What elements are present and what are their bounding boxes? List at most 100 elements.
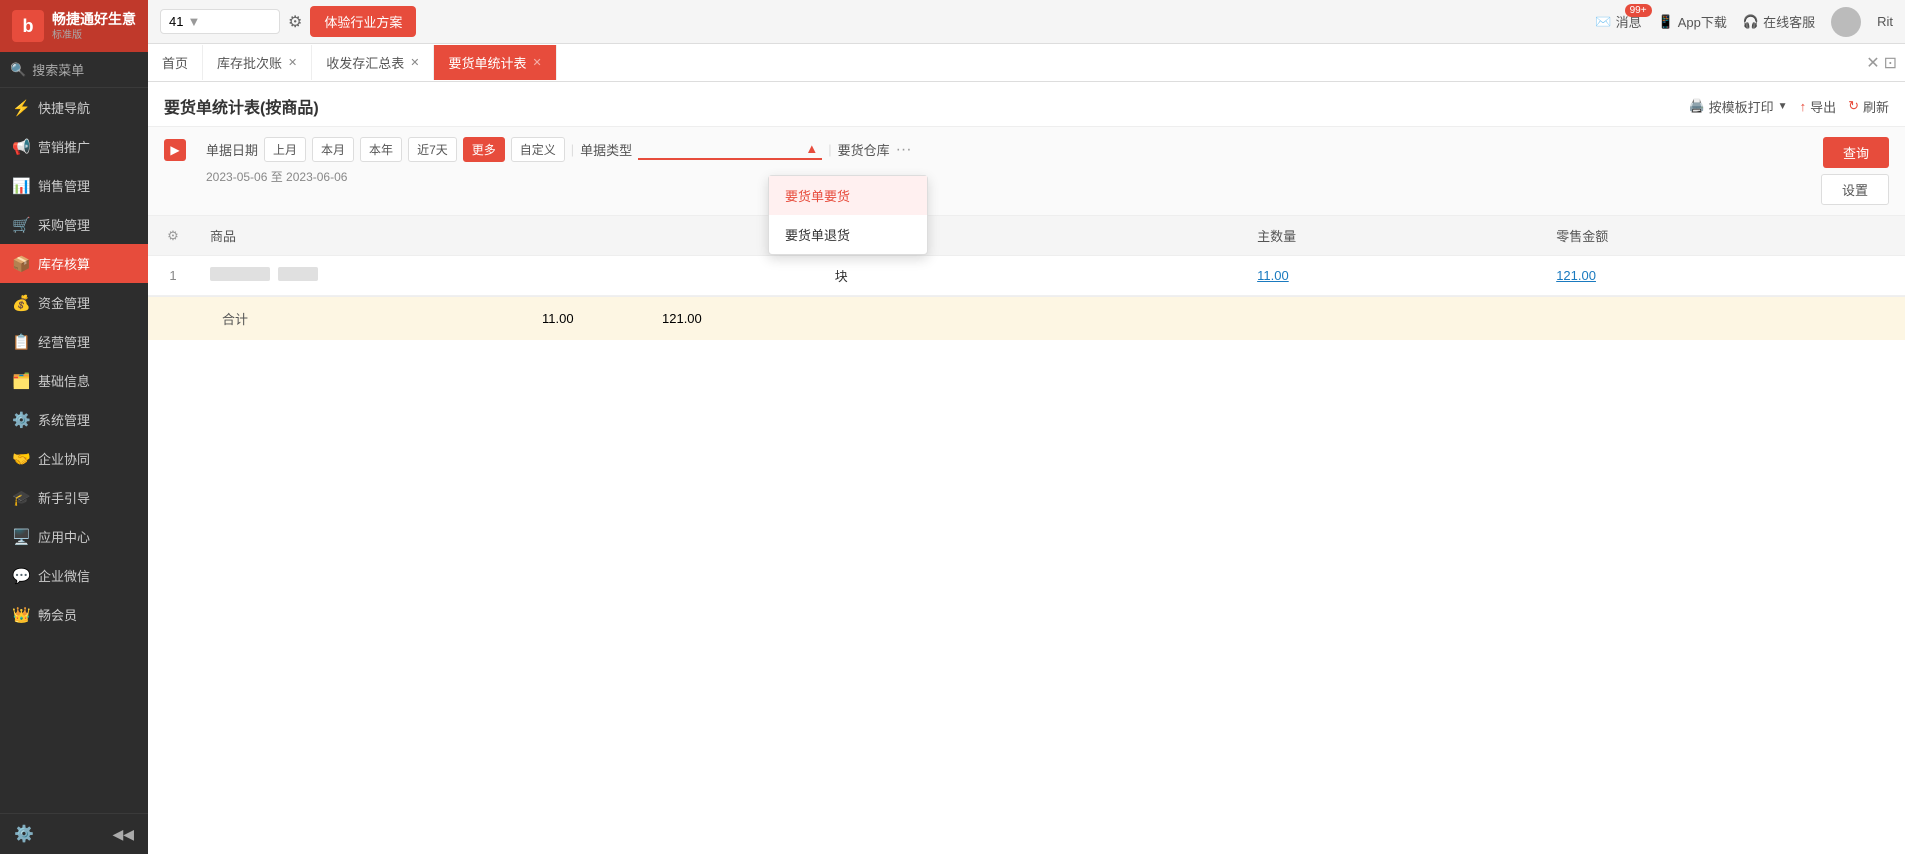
message-badge: 99+ — [1625, 4, 1652, 17]
content-area: 要货单统计表(按商品) 🖨️ 按模板打印 ▼ ↑ 导出 ↻ 刷新 ▶ — [148, 82, 1905, 854]
sidebar-item-system[interactable]: ⚙️ 系统管理 — [0, 400, 148, 439]
refresh-button[interactable]: ↻ 刷新 — [1848, 97, 1889, 116]
user-avatar[interactable] — [1831, 7, 1861, 37]
top-bar: 41 ▼ ⚙ 体验行业方案 ✉️ 消息 99+ 📱 App下载 🎧 在线客服 R… — [148, 0, 1905, 44]
sidebar-title: 畅捷通好生意 标准版 — [52, 10, 136, 41]
chevron-down-icon: ▼ — [187, 14, 200, 29]
table-header-row: ⚙ 商品 主计量单位 主数量 零售金额 — [148, 216, 1905, 256]
tab-requisition-stats[interactable]: 要货单统计表 ✕ — [434, 45, 556, 80]
sidebar-item-member[interactable]: 👑 畅会员 — [0, 595, 148, 634]
date-more-btn[interactable]: 更多 — [463, 137, 505, 162]
sidebar-item-sales[interactable]: 📊 销售管理 — [0, 166, 148, 205]
sidebar-header: b 畅捷通好生意 标准版 — [0, 0, 148, 52]
sidebar-item-basic[interactable]: 🗂️ 基础信息 — [0, 361, 148, 400]
footer-label: 合计 — [210, 309, 410, 328]
tab-close-requisition-stats[interactable]: ✕ — [533, 56, 542, 69]
trial-button[interactable]: 体验行业方案 — [310, 6, 416, 37]
date-last-7days-btn[interactable]: 近7天 — [408, 137, 457, 162]
footer-amount: 121.00 — [650, 311, 770, 326]
type-filter-input[interactable] — [638, 139, 822, 158]
date-last-month-btn[interactable]: 上月 — [264, 137, 306, 162]
table-column-settings[interactable]: ⚙ — [148, 216, 198, 256]
sidebar-item-wechat[interactable]: 💬 企业微信 — [0, 556, 148, 595]
filter-expand-button[interactable]: ▶ — [164, 139, 186, 161]
row-unit: 块 — [823, 256, 1245, 296]
sales-icon: 📊 — [12, 177, 30, 195]
basic-icon: 🗂️ — [12, 372, 30, 390]
tab-collect-summary[interactable]: 收发存汇总表 ✕ — [312, 45, 434, 80]
message-icon: ✉️ — [1595, 14, 1611, 30]
date-filter-row: 单据日期 上月 本月 本年 近7天 更多 自定义 | 单据类型 ▲ | 要货仓库 — [206, 137, 912, 162]
page-actions: 🖨️ 按模板打印 ▼ ↑ 导出 ↻ 刷新 — [1688, 97, 1889, 116]
dropdown-item-requisition-goods[interactable]: 要货单要货 — [769, 176, 927, 215]
app-download-button[interactable]: 📱 App下载 — [1658, 12, 1727, 31]
sidebar-footer: ⚙️ ◀◀ — [0, 813, 148, 854]
finance-icon: 💰 — [12, 294, 30, 312]
sidebar-item-marketing[interactable]: 📢 营销推广 — [0, 127, 148, 166]
message-button[interactable]: ✉️ 消息 99+ — [1595, 12, 1641, 31]
filter-actions: 查询 设置 — [1821, 137, 1889, 205]
app-download-icon: 📱 — [1658, 14, 1674, 30]
wechat-icon: 💬 — [12, 567, 30, 585]
system-icon: ⚙️ — [12, 411, 30, 429]
sidebar-item-enterprise[interactable]: 🤝 企业协同 — [0, 439, 148, 478]
table-footer: 合计 11.00 121.00 — [148, 296, 1905, 340]
tab-maximize-icon[interactable]: ⊡ — [1884, 53, 1897, 73]
sidebar: b 畅捷通好生意 标准版 🔍 搜索菜单 ⚡ 快捷导航 📢 营销推广 📊 销售管理… — [0, 0, 148, 854]
tab-close-collect-summary[interactable]: ✕ — [410, 56, 419, 69]
date-custom-btn[interactable]: 自定义 — [511, 137, 565, 162]
date-this-year-btn[interactable]: 本年 — [360, 137, 402, 162]
breadcrumb-selector[interactable]: 41 ▼ — [160, 9, 280, 34]
type-dropdown-open-icon[interactable]: ▲ — [805, 141, 818, 156]
member-icon: 👑 — [12, 606, 30, 624]
tab-inventory-batch[interactable]: 库存批次账 ✕ — [203, 45, 312, 80]
user-name: Rit — [1877, 14, 1893, 29]
page-title: 要货单统计表(按商品) — [164, 94, 319, 118]
table-row: 1 块 11.00 121.00 — [148, 256, 1905, 296]
top-bar-right: ✉️ 消息 99+ 📱 App下载 🎧 在线客服 Rit — [1595, 7, 1893, 37]
warehouse-more-btn[interactable]: ··· — [896, 141, 912, 159]
topbar-settings-icon[interactable]: ⚙ — [288, 12, 302, 32]
refresh-icon: ↻ — [1848, 98, 1859, 114]
row-quantity: 11.00 — [1245, 256, 1544, 296]
date-this-month-btn[interactable]: 本月 — [312, 137, 354, 162]
inventory-icon: 📦 — [12, 255, 30, 273]
sidebar-item-purchase[interactable]: 🛒 采购管理 — [0, 205, 148, 244]
filter-area: ▶ 单据日期 上月 本月 本年 近7天 更多 自定义 | 单据类型 ▲ — [148, 127, 1905, 216]
sidebar-item-operations[interactable]: 📋 经营管理 — [0, 322, 148, 361]
table-column-amount: 零售金额 — [1544, 216, 1905, 256]
row-index: 1 — [148, 256, 198, 296]
table-container: ⚙ 商品 主计量单位 主数量 零售金额 1 块 11.00 121.00 — [148, 216, 1905, 296]
marketing-icon: 📢 — [12, 138, 30, 156]
table-column-product: 商品 — [198, 216, 823, 256]
online-service-button[interactable]: 🎧 在线客服 — [1743, 12, 1815, 31]
row-amount: 121.00 — [1544, 256, 1905, 296]
sidebar-item-search[interactable]: 🔍 搜索菜单 — [0, 52, 148, 88]
export-button[interactable]: ↑ 导出 — [1800, 97, 1837, 116]
sidebar-item-finance[interactable]: 💰 资金管理 — [0, 283, 148, 322]
page-header: 要货单统计表(按商品) 🖨️ 按模板打印 ▼ ↑ 导出 ↻ 刷新 — [148, 82, 1905, 127]
query-button[interactable]: 查询 — [1823, 137, 1889, 168]
sidebar-item-quick-nav[interactable]: ⚡ 快捷导航 — [0, 88, 148, 127]
purchase-icon: 🛒 — [12, 216, 30, 234]
app-logo: b — [12, 10, 44, 42]
print-button[interactable]: 🖨️ 按模板打印 ▼ — [1688, 97, 1787, 116]
type-dropdown: 要货单要货 要货单退货 — [768, 175, 928, 255]
filter-settings-button[interactable]: 设置 — [1821, 174, 1889, 205]
tab-home[interactable]: 首页 — [148, 45, 203, 80]
tab-bar-actions: ✕ ⊡ — [1866, 53, 1905, 73]
sidebar-item-app-center[interactable]: 🖥️ 应用中心 — [0, 517, 148, 556]
print-icon: 🖨️ — [1688, 98, 1704, 114]
top-bar-left: 41 ▼ ⚙ 体验行业方案 — [160, 6, 1585, 37]
operations-icon: 📋 — [12, 333, 30, 351]
sidebar-settings-icon[interactable]: ⚙️ — [14, 824, 34, 844]
dropdown-item-requisition-return[interactable]: 要货单退货 — [769, 215, 927, 254]
tab-close-inventory-batch[interactable]: ✕ — [288, 56, 297, 69]
tab-close-all-icon[interactable]: ✕ — [1866, 53, 1879, 73]
sidebar-item-inventory[interactable]: 📦 库存核算 — [0, 244, 148, 283]
service-icon: 🎧 — [1743, 14, 1759, 30]
sidebar-collapse-button[interactable]: ◀◀ — [112, 826, 134, 843]
sidebar-item-guide[interactable]: 🎓 新手引导 — [0, 478, 148, 517]
quick-nav-icon: ⚡ — [12, 99, 30, 117]
row-product — [198, 256, 823, 296]
